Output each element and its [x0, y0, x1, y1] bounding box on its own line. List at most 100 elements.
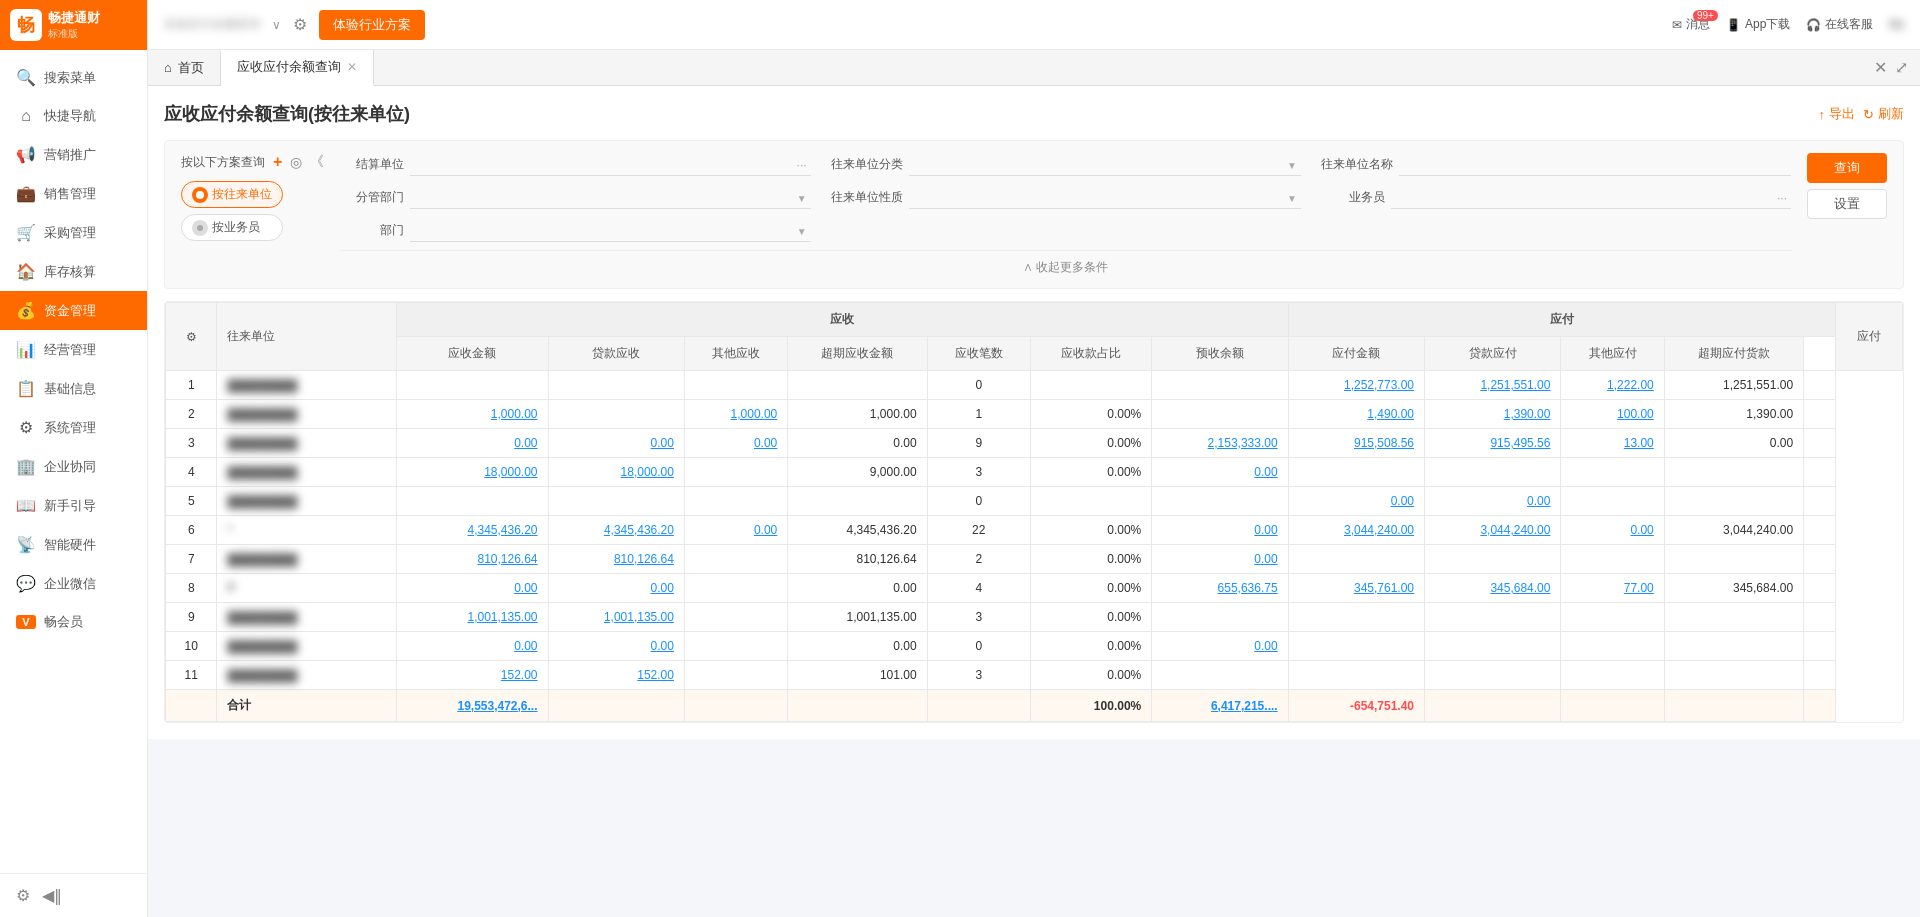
cell-link-value[interactable]: 0.00	[514, 639, 537, 653]
collapse-more-button[interactable]: ∧ 收起更多条件	[1023, 259, 1108, 276]
sidebar-item-beginner[interactable]: 📖 新手引导	[0, 486, 147, 525]
cell-link-value[interactable]: 345,761.00	[1354, 581, 1414, 595]
topbar-highlight-button[interactable]: 体验行业方案	[319, 10, 425, 40]
cell-link-value[interactable]: 152.00	[501, 668, 538, 682]
sidebar-item-operations[interactable]: 📊 经营管理	[0, 330, 147, 369]
filter-select-dept-head[interactable]	[410, 186, 810, 209]
sidebar-item-basic-info[interactable]: 📋 基础信息	[0, 369, 147, 408]
col-ar-overdue-header: 超期应收金额	[788, 337, 927, 371]
cell-link-value[interactable]: 0.00	[651, 581, 674, 595]
cell-value	[684, 545, 787, 574]
cell-link-value[interactable]: 0.00	[651, 639, 674, 653]
cell-link-value[interactable]: 1,490.00	[1367, 407, 1414, 421]
cell-value: 0.00%	[1030, 603, 1151, 632]
cell-link-value[interactable]: 655,636.75	[1218, 581, 1278, 595]
cell-link-value[interactable]: 100.00	[1617, 407, 1654, 421]
cell-link-value[interactable]: 1,000.00	[491, 407, 538, 421]
cell-link-value[interactable]: 2,153,333.00	[1208, 436, 1278, 450]
cell-link-value[interactable]: 915,495.56	[1490, 436, 1550, 450]
cell-link-value[interactable]: 18,000.00	[621, 465, 674, 479]
cell-link-value[interactable]: 0.00	[1254, 465, 1277, 479]
topbar-app-download[interactable]: 📱 App下载	[1726, 16, 1790, 33]
topbar-gear-icon[interactable]: ⚙	[293, 15, 307, 34]
cell-link-value[interactable]: 0.00	[1254, 552, 1277, 566]
sidebar-item-search-menu[interactable]: 🔍 搜索菜单	[0, 58, 147, 97]
sidebar-item-wechat[interactable]: 💬 企业微信	[0, 564, 147, 603]
cell-link-value[interactable]: 0.00	[754, 436, 777, 450]
cell-link-value[interactable]: 810,126.64	[614, 552, 674, 566]
tabbar-close-button[interactable]: ✕	[1874, 58, 1887, 77]
cell-link-value[interactable]: 345,684.00	[1490, 581, 1550, 595]
cell-link-value[interactable]: 1,001,135.00	[467, 610, 537, 624]
cell-value: 0.00%	[1030, 429, 1151, 458]
cell-link-value[interactable]: 1,222.00	[1607, 378, 1654, 392]
sidebar-item-enterprise[interactable]: 🏢 企业协同	[0, 447, 147, 486]
topbar-message[interactable]: ✉ 消息 99+	[1672, 16, 1710, 33]
cell-link-value[interactable]: 3,044,240.00	[1480, 523, 1550, 537]
tab-close-icon[interactable]: ✕	[347, 60, 357, 74]
tab-ar-ap-query[interactable]: 应收应付余额查询 ✕	[221, 50, 374, 86]
cell-link-value[interactable]: 0.00	[514, 581, 537, 595]
filter-input-settlement[interactable]	[410, 153, 810, 176]
sidebar-item-finance[interactable]: 💰 资金管理	[0, 291, 147, 330]
cell-partner: ▓▓▓▓▓▓▓▓	[217, 429, 397, 458]
filter-input-dots-icon[interactable]: ···	[797, 158, 807, 172]
sidebar-item-sales[interactable]: 💼 销售管理	[0, 174, 147, 213]
filter-add-icon[interactable]: +	[273, 153, 282, 171]
cell-link-value[interactable]: 4,345,436.20	[604, 523, 674, 537]
cell-link-value[interactable]: 1,390.00	[1504, 407, 1551, 421]
topbar-user[interactable]: Rit	[1889, 18, 1904, 32]
cell-link-value[interactable]: 1,251,551.00	[1480, 378, 1550, 392]
sidebar-item-label: 经营管理	[44, 341, 96, 359]
sidebar-collapse-icon[interactable]: ◀‖	[42, 886, 62, 905]
tab-home[interactable]: ⌂ 首页	[148, 51, 221, 85]
cell-link-value[interactable]: 1,001,135.00	[604, 610, 674, 624]
sidebar-item-system[interactable]: ⚙ 系统管理	[0, 408, 147, 447]
cell-link-value[interactable]: 152.00	[637, 668, 674, 682]
refresh-button[interactable]: ↻ 刷新	[1863, 105, 1904, 123]
cell-link-value[interactable]: 13.00	[1624, 436, 1654, 450]
query-button[interactable]: 查询	[1807, 153, 1887, 183]
filter-select-partner-category[interactable]	[909, 153, 1301, 176]
filter-collapse-icon[interactable]: 《	[310, 153, 324, 171]
cell-link-value[interactable]: 18,000.00	[484, 465, 537, 479]
cell-link-value[interactable]: 77.00	[1624, 581, 1654, 595]
filter-option-salesperson[interactable]: 按业务员	[181, 214, 283, 241]
cell-link-value[interactable]: 4,345,436.20	[467, 523, 537, 537]
sidebar-item-quick-nav[interactable]: ⌂ 快捷导航	[0, 97, 147, 135]
cell-link-value[interactable]: 0.00	[651, 436, 674, 450]
filter-select-partner-nature[interactable]	[909, 186, 1301, 209]
sidebar-item-inventory[interactable]: 🏠 库存核算	[0, 252, 147, 291]
cell-link-value[interactable]: 810,126.64	[477, 552, 537, 566]
filter-option-partner[interactable]: 按往来单位	[181, 181, 283, 208]
cell-link-value[interactable]: 0.00	[754, 523, 777, 537]
cell-link-value[interactable]: 0.00	[1527, 494, 1550, 508]
cell-link-value[interactable]: 0.00	[1391, 494, 1414, 508]
cell-link-value[interactable]: 0.00	[1630, 523, 1653, 537]
total-ar-prepay-link[interactable]: 6,417,215....	[1211, 699, 1278, 713]
topbar-service[interactable]: 🎧 在线客服	[1806, 16, 1873, 33]
cell-link-value[interactable]: 3,044,240.00	[1344, 523, 1414, 537]
cell-link-value[interactable]: 0.00	[1254, 523, 1277, 537]
tabbar-expand-button[interactable]: ⤢	[1895, 58, 1908, 77]
sidebar-item-purchase[interactable]: 🛒 采购管理	[0, 213, 147, 252]
cell-link-value[interactable]: 1,000.00	[731, 407, 778, 421]
filter-select-department[interactable]	[410, 219, 810, 242]
settings-button[interactable]: 设置	[1807, 189, 1887, 219]
sidebar-item-smart-hw[interactable]: 📡 智能硬件	[0, 525, 147, 564]
sidebar-settings-icon[interactable]: ⚙	[16, 886, 30, 905]
cell-link-value[interactable]: 0.00	[514, 436, 537, 450]
sidebar-item-marketing[interactable]: 📢 营销推广	[0, 135, 147, 174]
cell-link-value[interactable]: 0.00	[1254, 639, 1277, 653]
filter-schema-icon[interactable]: ◎	[290, 154, 302, 170]
cell-link-value[interactable]: 1,252,773.00	[1344, 378, 1414, 392]
salesperson-dots-icon[interactable]: ···	[1777, 191, 1787, 205]
table-settings-icon[interactable]: ⚙	[166, 303, 217, 371]
cell-link-value[interactable]: 915,508.56	[1354, 436, 1414, 450]
export-button[interactable]: ↑ 导出	[1819, 105, 1856, 123]
sidebar-item-member[interactable]: V 畅会员	[0, 603, 147, 641]
filter-input-partner-name[interactable]	[1399, 153, 1791, 176]
table-container[interactable]: ⚙ 往来单位 应收 应付 应付 应收金额 贷款应收 其他应收 超期应收金额	[165, 302, 1903, 722]
filter-input-salesperson[interactable]	[1391, 186, 1791, 209]
total-ar-amount-link[interactable]: 19,553,472,6...	[457, 699, 537, 713]
